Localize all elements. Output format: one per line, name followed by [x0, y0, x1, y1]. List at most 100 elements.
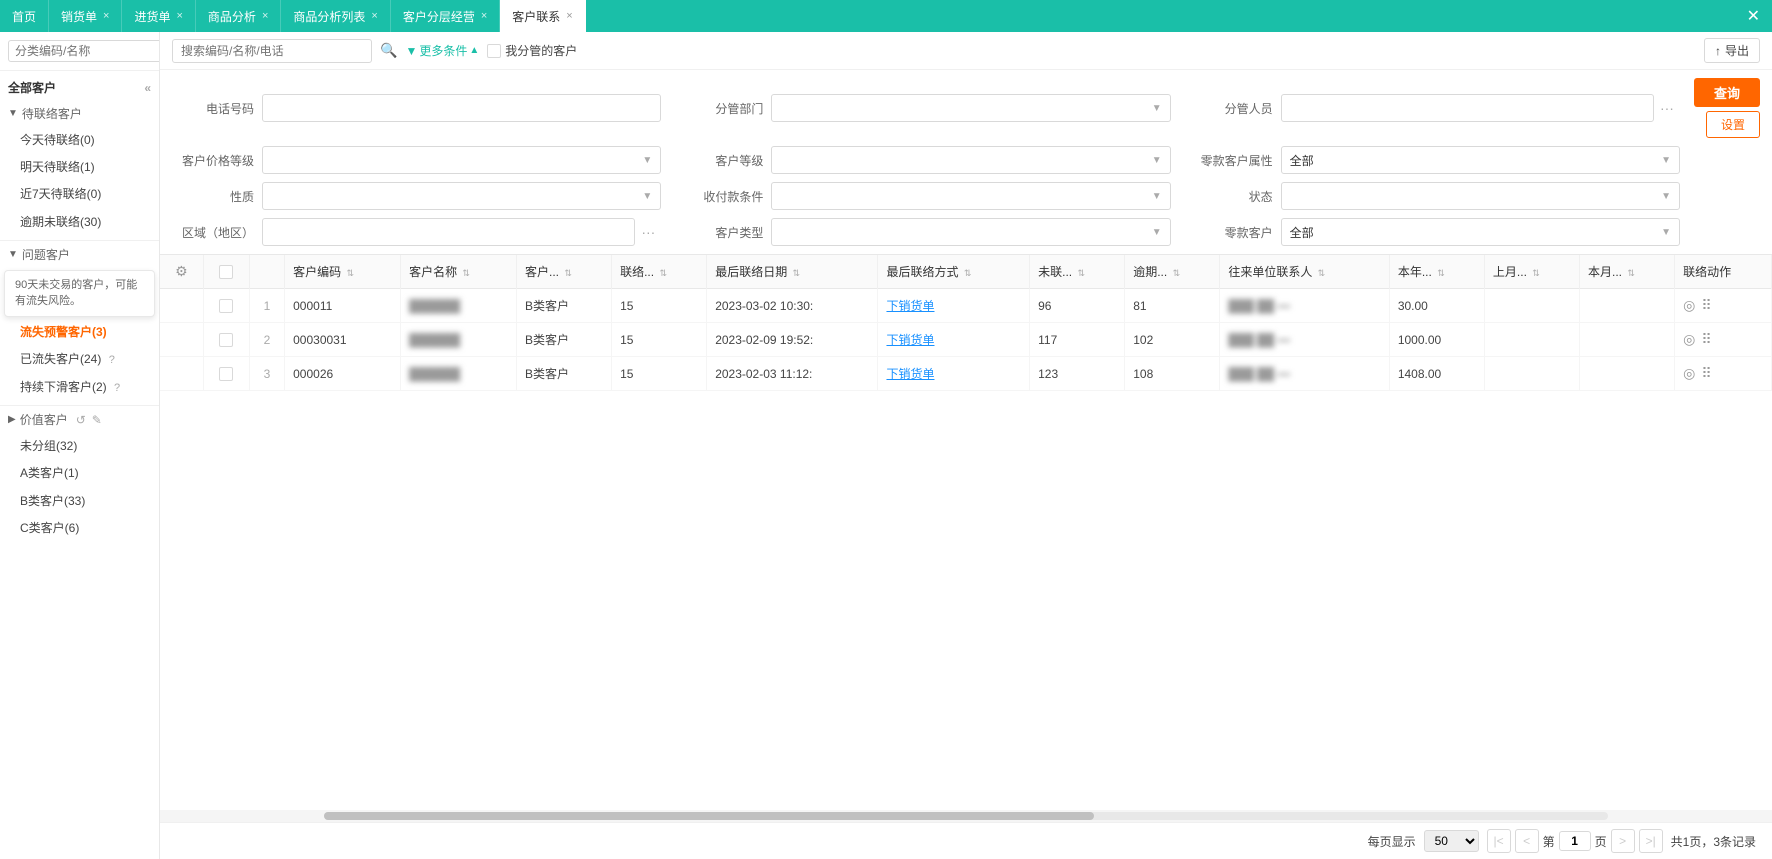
tab-customer-contact[interactable]: 客户联系 × — [500, 0, 585, 32]
filter-manager-more-icon[interactable]: ··· — [1654, 100, 1680, 116]
col-unit-contact-header[interactable]: 往来单位联系人 ⇅ — [1220, 255, 1390, 289]
page-number-input[interactable] — [1559, 831, 1591, 851]
last-contact-type-link[interactable]: 下销货单 — [886, 367, 934, 381]
more-action-icon[interactable]: ⠿ — [1701, 365, 1711, 382]
sidebar-item-declining[interactable]: 持续下滑客户(2) ? — [0, 374, 159, 402]
tab-sales[interactable]: 销货单 × — [49, 0, 122, 32]
filter-customer-level-select[interactable]: ▼ — [771, 146, 1170, 174]
col-name-header[interactable]: 客户名称 ⇅ — [401, 255, 517, 289]
page-last-button[interactable]: >| — [1639, 829, 1663, 853]
sidebar-group-problem-title[interactable]: ▼ 问题客户 — [0, 241, 159, 268]
last-type-sort-icon[interactable]: ⇅ — [964, 268, 972, 278]
tab-purchase-close[interactable]: × — [176, 10, 182, 22]
sidebar-item-tomorrow[interactable]: 明天待联络(1) — [0, 154, 159, 181]
sidebar-search-input[interactable] — [8, 40, 160, 62]
sidebar-item-churn-warning[interactable]: 流失预警客户(3) — [0, 319, 159, 346]
horizontal-scrollbar[interactable] — [160, 810, 1772, 822]
filter-zero-customer-select[interactable]: 全部 ▼ — [1281, 218, 1680, 246]
per-page-select[interactable]: 50 100 200 — [1424, 830, 1479, 852]
last-date-sort-icon[interactable]: ⇅ — [793, 268, 801, 278]
row-checkbox[interactable] — [219, 333, 233, 347]
filter-phone-input[interactable] — [262, 94, 661, 122]
filter-region-more-icon[interactable]: ··· — [635, 224, 661, 240]
table-gear-icon[interactable]: ⚙ — [175, 263, 188, 279]
uncontacted-sort-icon[interactable]: ⇅ — [1077, 268, 1085, 278]
page-prev-button[interactable]: < — [1515, 829, 1539, 853]
col-checkbox[interactable] — [203, 255, 249, 289]
tab-customer-layer[interactable]: 客户分层经营 × — [391, 0, 500, 32]
type-sort-icon[interactable]: ⇅ — [564, 268, 572, 278]
contact-action-icon[interactable]: ◎ — [1683, 297, 1695, 314]
filter-nature-select[interactable]: ▼ — [262, 182, 661, 210]
cell-checkbox[interactable] — [203, 357, 249, 391]
row-checkbox[interactable] — [219, 299, 233, 313]
filter-payment-select[interactable]: ▼ — [771, 182, 1170, 210]
filter-status-select[interactable]: ▼ — [1281, 182, 1680, 210]
name-sort-icon[interactable]: ⇅ — [462, 268, 470, 278]
last-month-sort-icon[interactable]: ⇅ — [1532, 268, 1540, 278]
page-next-button[interactable]: > — [1611, 829, 1635, 853]
col-this-year-header[interactable]: 本年... ⇅ — [1389, 255, 1484, 289]
contact-action-icon[interactable]: ◎ — [1683, 331, 1695, 348]
sidebar-group-value-title[interactable]: ▶ 价值客户 ↺ ✎ — [0, 406, 159, 433]
sidebar-item-churned[interactable]: 已流失客户(24) ? — [0, 346, 159, 374]
tab-customer-layer-close[interactable]: × — [481, 10, 487, 22]
filter-search-input[interactable] — [172, 39, 372, 63]
select-all-checkbox[interactable] — [219, 265, 233, 279]
filter-manager-input[interactable] — [1281, 94, 1654, 122]
cell-last-type[interactable]: 下销货单 — [878, 289, 1030, 323]
my-customers-checkbox[interactable]: 我分管的客户 — [487, 42, 577, 59]
tab-customer-contact-close[interactable]: × — [566, 10, 572, 22]
sidebar-item-7days[interactable]: 近7天待联络(0) — [0, 181, 159, 208]
code-sort-icon[interactable]: ⇅ — [346, 268, 354, 278]
sidebar-item-class-a[interactable]: A类客户(1) — [0, 460, 159, 487]
filter-price-level-select[interactable]: ▼ — [262, 146, 661, 174]
last-contact-type-link[interactable]: 下销货单 — [886, 299, 934, 313]
filter-customer-type-select[interactable]: ▼ — [771, 218, 1170, 246]
cell-checkbox[interactable] — [203, 323, 249, 357]
tab-product-list-close[interactable]: × — [371, 10, 377, 22]
filter-zero-attr-select[interactable]: 全部 ▼ — [1281, 146, 1680, 174]
query-button[interactable]: 查询 — [1694, 78, 1760, 107]
tab-product-analysis-close[interactable]: × — [262, 10, 268, 22]
tab-product-analysis[interactable]: 商品分析 × — [196, 0, 281, 32]
sidebar-item-class-b[interactable]: B类客户(33) — [0, 488, 159, 515]
sidebar-collapse-icon[interactable]: « — [144, 81, 151, 95]
tab-product-analysis-list[interactable]: 商品分析列表 × — [281, 0, 390, 32]
tab-sales-close[interactable]: × — [103, 10, 109, 22]
col-last-type-header[interactable]: 最后联络方式 ⇅ — [878, 255, 1030, 289]
row-checkbox[interactable] — [219, 367, 233, 381]
overdue-sort-icon[interactable]: ⇅ — [1173, 268, 1181, 278]
col-gear[interactable]: ⚙ — [160, 255, 203, 289]
value-edit-icon[interactable]: ✎ — [92, 413, 102, 427]
window-close-button[interactable]: ✕ — [1735, 6, 1772, 26]
last-contact-type-link[interactable]: 下销货单 — [886, 333, 934, 347]
tab-purchase[interactable]: 进货单 × — [122, 0, 195, 32]
this-month-sort-icon[interactable]: ⇅ — [1627, 268, 1635, 278]
col-this-month-header[interactable]: 本月... ⇅ — [1580, 255, 1675, 289]
cell-last-type[interactable]: 下销货单 — [878, 357, 1030, 391]
cell-checkbox[interactable] — [203, 289, 249, 323]
declining-help-icon[interactable]: ? — [114, 382, 120, 394]
col-code-header[interactable]: 客户编码 ⇅ — [285, 255, 401, 289]
col-last-month-header[interactable]: 上月... ⇅ — [1484, 255, 1579, 289]
more-action-icon[interactable]: ⠿ — [1701, 297, 1711, 314]
scrollbar-track[interactable] — [324, 812, 1608, 820]
contact-action-icon[interactable]: ◎ — [1683, 365, 1695, 382]
tab-home[interactable]: 首页 — [0, 0, 49, 32]
more-conditions-button[interactable]: ▼ 更多条件 ▲ — [405, 42, 479, 59]
sidebar-item-class-c[interactable]: C类客户(6) — [0, 515, 159, 542]
churned-help-icon[interactable]: ? — [109, 354, 115, 366]
value-refresh-icon[interactable]: ↺ — [76, 413, 86, 427]
unit-contact-sort-icon[interactable]: ⇅ — [1318, 268, 1326, 278]
filter-region-input[interactable] — [262, 218, 635, 246]
cell-last-type[interactable]: 下销货单 — [878, 323, 1030, 357]
col-uncontacted-header[interactable]: 未联... ⇅ — [1030, 255, 1125, 289]
sidebar-item-ungroup[interactable]: 未分组(32) — [0, 433, 159, 460]
my-customers-check-icon[interactable] — [487, 44, 501, 58]
col-last-date-header[interactable]: 最后联络日期 ⇅ — [707, 255, 878, 289]
sidebar-item-today[interactable]: 今天待联络(0) — [0, 127, 159, 154]
contact-sort-icon[interactable]: ⇅ — [659, 268, 667, 278]
sidebar-group-pending[interactable]: ▼ 待联络客户 — [0, 100, 159, 127]
export-button[interactable]: ↑ 导出 — [1704, 38, 1760, 63]
